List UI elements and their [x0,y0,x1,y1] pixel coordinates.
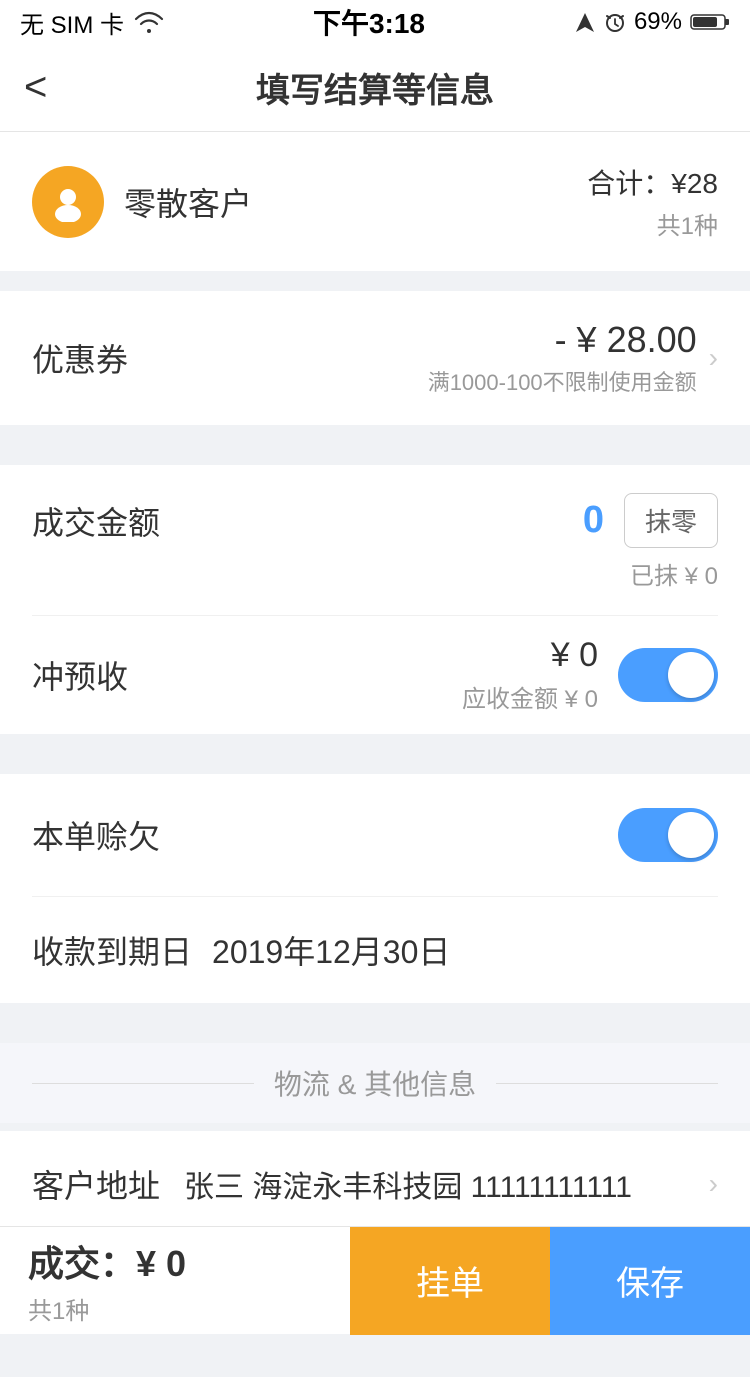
coupon-row[interactable]: 优惠券 - ¥ 28.00 满1000-100不限制使用金额 › [0,291,750,425]
prepay-center: ¥ 0 应收金额 ¥ 0 [128,636,598,714]
deal-section: 成交金额 0 抹零 已抹 ¥ 0 冲预收 ¥ 0 应收金额 ¥ 0 [0,465,750,734]
divider-3 [0,1023,750,1043]
round-button[interactable]: 抹零 [624,493,718,548]
battery-icon [690,12,730,32]
credit-toggle[interactable] [618,808,718,862]
credit-row: 本单赊欠 [0,774,750,896]
battery-label: 69% [634,8,682,36]
address-section: 客户地址 张三 海淀永丰科技园 11111111111 › [0,1131,750,1237]
total-count: 共1种 [587,206,718,241]
credit-label: 本单赊欠 [32,812,160,858]
due-date-row: 收款到期日 2019年12月30日 [0,897,750,1003]
deal-sub: 已抹 ¥ 0 [0,556,750,615]
customer-row: 零散客户 合计：¥28 共1种 [0,132,750,271]
status-right: 69% [574,8,730,36]
credit-toggle-knob [668,812,714,858]
nav-bar: < 填写结算等信息 [0,44,750,132]
bottom-bar: 成交：¥ 0 共1种 挂单 保存 [0,1226,750,1334]
prepay-amount: ¥ 0 [128,636,598,675]
due-value: 2019年12月30日 [212,927,450,973]
wifi-icon [134,11,164,33]
deal-label: 成交金额 [32,498,160,544]
status-left: 无 SIM 卡 [20,5,164,40]
address-row[interactable]: 客户地址 张三 海淀永丰科技园 11111111111 › [0,1131,750,1237]
alarm-icon [604,11,626,33]
bottom-count: 共1种 [28,1291,322,1326]
deal-amount-row: 成交金额 0 抹零 [0,465,750,556]
prepay-toggle[interactable] [618,648,718,702]
customer-name: 零散客户 [124,179,252,225]
address-value: 张三 海淀永丰科技园 11111111111 [184,1162,709,1206]
deal-right: 0 抹零 [583,493,718,548]
coupon-sub: 满1000-100不限制使用金额 [428,365,697,397]
due-label: 收款到期日 [32,927,192,973]
coupon-label: 优惠券 [32,335,128,381]
nav-title: 填写结算等信息 [256,63,494,112]
address-label: 客户地址 [32,1161,160,1207]
bottom-deal-amount: ¥ 0 [136,1243,186,1284]
avatar [32,166,104,238]
credit-section: 本单赊欠 收款到期日 2019年12月30日 [0,774,750,1003]
coupon-value: - ¥ 28.00 [428,319,697,361]
back-button[interactable]: < [24,65,47,110]
customer-totals: 合计：¥28 共1种 [587,162,718,241]
customer-left: 零散客户 [32,166,252,238]
prepay-row: 冲预收 ¥ 0 应收金额 ¥ 0 [0,616,750,734]
status-bar: 无 SIM 卡 下午3:18 69% [0,0,750,44]
save-button[interactable]: 保存 [550,1227,750,1335]
status-time: 下午3:18 [313,2,425,42]
deal-amount-value: 0 [583,499,604,542]
logistics-label: 物流 & 其他信息 [274,1063,476,1103]
sim-label: 无 SIM 卡 [20,5,124,40]
divider-1 [0,445,750,465]
bottom-deal-label: 成交： [28,1243,136,1284]
location-icon [574,11,596,33]
bottom-info: 成交：¥ 0 共1种 [0,1235,350,1326]
customer-section: 零散客户 合计：¥28 共1种 [0,132,750,271]
hold-button[interactable]: 挂单 [350,1227,550,1335]
address-chevron: › [709,1168,718,1200]
total-amount: 合计：¥28 [587,162,718,202]
toggle-knob [668,652,714,698]
divider-4 [0,1123,750,1131]
prepay-sub: 应收金额 ¥ 0 [128,679,598,714]
coupon-chevron: › [709,342,718,374]
logistics-header: 物流 & 其他信息 [0,1043,750,1123]
coupon-section[interactable]: 优惠券 - ¥ 28.00 满1000-100不限制使用金额 › [0,291,750,425]
divider-2 [0,754,750,774]
prepay-label: 冲预收 [32,652,128,698]
bottom-total: 成交：¥ 0 [28,1235,322,1287]
